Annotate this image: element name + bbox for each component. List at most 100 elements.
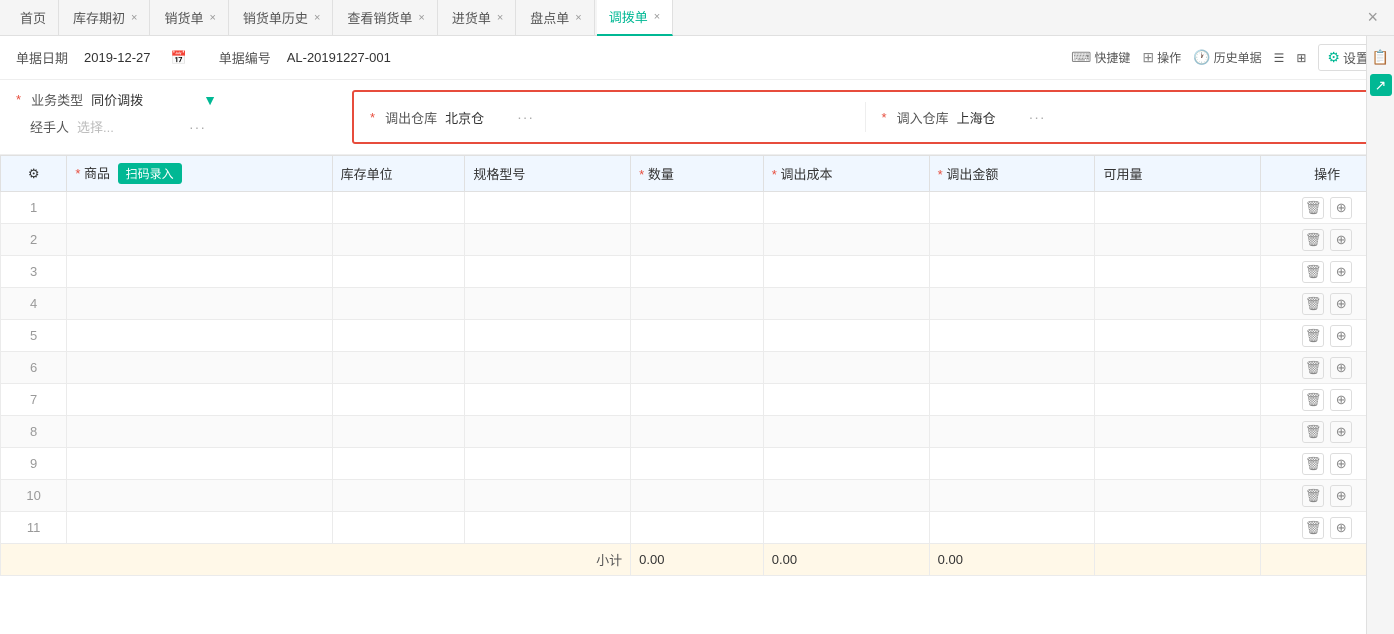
row-cost-11[interactable] xyxy=(763,512,929,544)
row-available-5[interactable] xyxy=(1095,320,1261,352)
row-amount-2[interactable] xyxy=(929,224,1095,256)
row-copy-8[interactable]: ⊕ xyxy=(1330,421,1352,443)
row-delete-4[interactable]: 🗑 xyxy=(1302,293,1324,315)
history-button[interactable]: 🕐 历史单据 xyxy=(1193,49,1261,66)
row-qty-6[interactable] xyxy=(631,352,764,384)
row-qty-1[interactable] xyxy=(631,192,764,224)
row-amount-11[interactable] xyxy=(929,512,1095,544)
row-available-11[interactable] xyxy=(1095,512,1261,544)
row-amount-5[interactable] xyxy=(929,320,1095,352)
row-goods-3[interactable] xyxy=(67,256,332,288)
row-delete-10[interactable]: 🗑 xyxy=(1302,485,1324,507)
row-cost-10[interactable] xyxy=(763,480,929,512)
row-unit-4[interactable] xyxy=(332,288,465,320)
row-delete-9[interactable]: 🗑 xyxy=(1302,453,1324,475)
tab-sales-history[interactable]: 销货单历史 × xyxy=(231,0,333,36)
row-qty-9[interactable] xyxy=(631,448,764,480)
row-available-4[interactable] xyxy=(1095,288,1261,320)
row-spec-9[interactable] xyxy=(465,448,631,480)
row-cost-5[interactable] xyxy=(763,320,929,352)
row-unit-3[interactable] xyxy=(332,256,465,288)
row-cost-7[interactable] xyxy=(763,384,929,416)
row-amount-3[interactable] xyxy=(929,256,1095,288)
handler-more-btn[interactable]: ··· xyxy=(185,119,210,135)
row-goods-8[interactable] xyxy=(67,416,332,448)
row-amount-1[interactable] xyxy=(929,192,1095,224)
row-goods-6[interactable] xyxy=(67,352,332,384)
row-qty-7[interactable] xyxy=(631,384,764,416)
tab-stocktake[interactable]: 盘点单 × xyxy=(518,0,594,36)
tab-stocktake-close[interactable]: × xyxy=(575,12,581,24)
row-amount-4[interactable] xyxy=(929,288,1095,320)
row-delete-3[interactable]: 🗑 xyxy=(1302,261,1324,283)
operation-button[interactable]: ⊞ 操作 xyxy=(1142,49,1181,66)
row-qty-11[interactable] xyxy=(631,512,764,544)
row-available-6[interactable] xyxy=(1095,352,1261,384)
tab-home[interactable]: 首页 xyxy=(8,0,59,36)
row-copy-6[interactable]: ⊕ xyxy=(1330,357,1352,379)
tab-transfer-close[interactable]: × xyxy=(654,11,660,23)
row-copy-4[interactable]: ⊕ xyxy=(1330,293,1352,315)
tab-transfer[interactable]: 调拨单 × xyxy=(597,0,673,36)
row-amount-6[interactable] xyxy=(929,352,1095,384)
tab-view-sales[interactable]: 查看销货单 × xyxy=(335,0,437,36)
row-copy-9[interactable]: ⊕ xyxy=(1330,453,1352,475)
row-delete-6[interactable]: 🗑 xyxy=(1302,357,1324,379)
source-warehouse-more[interactable]: ··· xyxy=(513,109,538,125)
tab-sales-history-close[interactable]: × xyxy=(314,12,320,24)
row-unit-5[interactable] xyxy=(332,320,465,352)
row-qty-10[interactable] xyxy=(631,480,764,512)
row-spec-1[interactable] xyxy=(465,192,631,224)
tab-purchase-order-close[interactable]: × xyxy=(497,12,503,24)
row-amount-9[interactable] xyxy=(929,448,1095,480)
row-qty-2[interactable] xyxy=(631,224,764,256)
row-available-7[interactable] xyxy=(1095,384,1261,416)
row-available-9[interactable] xyxy=(1095,448,1261,480)
row-spec-4[interactable] xyxy=(465,288,631,320)
row-unit-9[interactable] xyxy=(332,448,465,480)
row-qty-8[interactable] xyxy=(631,416,764,448)
row-amount-7[interactable] xyxy=(929,384,1095,416)
row-unit-10[interactable] xyxy=(332,480,465,512)
row-cost-1[interactable] xyxy=(763,192,929,224)
row-qty-4[interactable] xyxy=(631,288,764,320)
row-available-2[interactable] xyxy=(1095,224,1261,256)
business-type-value[interactable]: 同价调拨 xyxy=(91,90,191,109)
row-delete-1[interactable]: 🗑 xyxy=(1302,197,1324,219)
row-delete-2[interactable]: 🗑 xyxy=(1302,229,1324,251)
row-cost-6[interactable] xyxy=(763,352,929,384)
tab-inventory-init-close[interactable]: × xyxy=(131,12,137,24)
row-qty-5[interactable] xyxy=(631,320,764,352)
source-warehouse-value[interactable]: 北京仓 xyxy=(445,108,505,127)
row-spec-8[interactable] xyxy=(465,416,631,448)
business-type-dropdown[interactable]: ▼ xyxy=(199,92,221,108)
col-settings-icon[interactable]: ⚙ xyxy=(1,156,67,192)
row-spec-2[interactable] xyxy=(465,224,631,256)
row-goods-10[interactable] xyxy=(67,480,332,512)
row-unit-6[interactable] xyxy=(332,352,465,384)
target-warehouse-value[interactable]: 上海仓 xyxy=(957,108,1017,127)
row-unit-11[interactable] xyxy=(332,512,465,544)
row-goods-5[interactable] xyxy=(67,320,332,352)
row-copy-1[interactable]: ⊕ xyxy=(1330,197,1352,219)
row-spec-10[interactable] xyxy=(465,480,631,512)
row-unit-8[interactable] xyxy=(332,416,465,448)
layout1-button[interactable]: ☰ xyxy=(1274,51,1285,65)
row-copy-11[interactable]: ⊕ xyxy=(1330,517,1352,539)
tab-view-sales-close[interactable]: × xyxy=(418,12,424,24)
row-spec-3[interactable] xyxy=(465,256,631,288)
row-goods-7[interactable] xyxy=(67,384,332,416)
row-delete-7[interactable]: 🗑 xyxy=(1302,389,1324,411)
shortcut-button[interactable]: ⌨ 快捷键 xyxy=(1071,49,1130,66)
tab-sales-order-close[interactable]: × xyxy=(209,12,215,24)
row-qty-3[interactable] xyxy=(631,256,764,288)
row-available-3[interactable] xyxy=(1095,256,1261,288)
row-spec-6[interactable] xyxy=(465,352,631,384)
row-delete-11[interactable]: 🗑 xyxy=(1302,517,1324,539)
row-cost-3[interactable] xyxy=(763,256,929,288)
tab-sales-order[interactable]: 销货单 × xyxy=(152,0,228,36)
row-goods-4[interactable] xyxy=(67,288,332,320)
row-copy-2[interactable]: ⊕ xyxy=(1330,229,1352,251)
row-goods-11[interactable] xyxy=(67,512,332,544)
row-available-1[interactable] xyxy=(1095,192,1261,224)
